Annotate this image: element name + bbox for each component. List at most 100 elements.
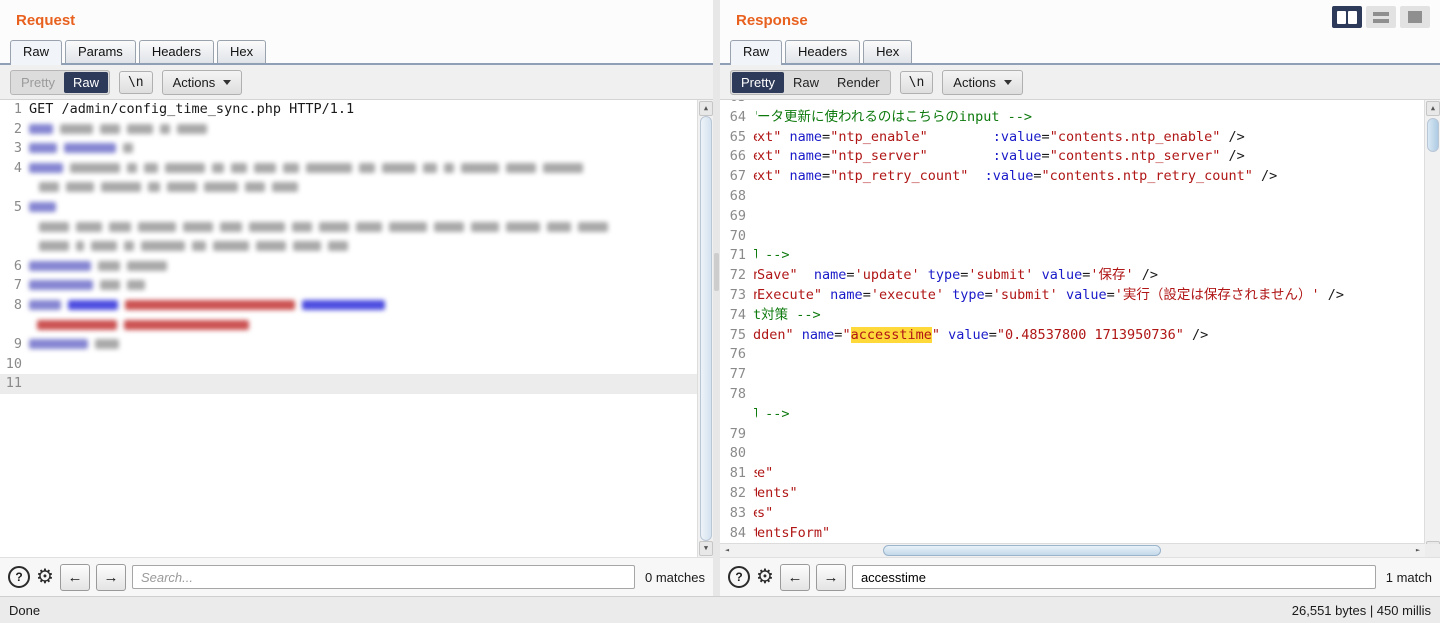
request-panel: Request RawParamsHeadersHex PrettyRaw \n… <box>0 0 713 596</box>
response-vertical-scrollbar[interactable]: ▲ ▼ <box>1424 100 1440 557</box>
redacted-text <box>306 163 352 173</box>
request-actions-button[interactable]: Actions <box>162 70 243 95</box>
request-newline-button[interactable]: \n <box>119 71 153 94</box>
response-search-bar: ? ⚙ ← → 1 match <box>720 557 1440 596</box>
request-toolbar: PrettyRaw \n Actions <box>0 65 713 99</box>
line-number <box>0 178 29 198</box>
code-line-76: 76 <box>720 345 1425 365</box>
view-toggle-pretty: Pretty <box>12 72 64 93</box>
line-number: 78 <box>720 385 753 405</box>
redacted-text <box>423 163 437 173</box>
response-search-prev-button[interactable]: ← <box>780 564 810 591</box>
tab-headers[interactable]: Headers <box>139 40 214 63</box>
request-editor[interactable]: 1GET /admin/config_time_sync.php HTTP/1.… <box>0 99 713 557</box>
redacted-text <box>125 300 295 310</box>
redacted-text <box>543 163 583 173</box>
gear-icon[interactable]: ⚙ <box>756 567 774 587</box>
line-number: 4 <box>0 159 29 179</box>
redacted-text <box>183 222 213 232</box>
tab-headers[interactable]: Headers <box>785 40 860 63</box>
response-actions-button[interactable]: Actions <box>942 70 1023 95</box>
redacted-text <box>29 202 56 212</box>
panel-splitter[interactable] <box>713 0 720 596</box>
response-horizontal-scrollbar[interactable]: ◄ ► <box>720 543 1425 557</box>
code-line-wrap: l --> <box>720 405 1425 425</box>
line-number: 70 <box>720 227 753 247</box>
line-number: 72 <box>720 266 753 286</box>
tab-raw[interactable]: Raw <box>730 40 782 65</box>
line-content <box>29 257 174 277</box>
line-number: 5 <box>0 198 29 218</box>
redacted-text <box>29 143 57 153</box>
redacted-text <box>39 222 69 232</box>
request-search-prev-button[interactable]: ← <box>60 564 90 591</box>
code-line-4: 4 <box>0 159 698 179</box>
code-line-10: 10 <box>0 355 698 375</box>
code-line-8: 8 <box>0 296 698 316</box>
line-content: l --> <box>753 246 790 266</box>
response-scroll-thumb[interactable] <box>1427 118 1439 152</box>
scroll-right-icon[interactable]: ► <box>1412 544 1424 556</box>
view-toggle-raw[interactable]: Raw <box>784 72 828 93</box>
redacted-text <box>254 163 276 173</box>
line-content: nExecute" name='execute' type='submit' v… <box>753 286 1344 306</box>
redacted-text <box>461 163 499 173</box>
response-newline-button[interactable]: \n <box>900 71 934 94</box>
response-search-input[interactable] <box>852 565 1376 589</box>
redacted-text <box>506 222 540 232</box>
line-content <box>29 120 214 140</box>
redacted-text <box>70 163 120 173</box>
gear-icon[interactable]: ⚙ <box>36 567 54 587</box>
layout-rows-button[interactable] <box>1366 6 1396 28</box>
scroll-up-icon[interactable]: ▲ <box>699 101 713 116</box>
code-line-63: 63 <box>720 99 1425 108</box>
view-toggle-pretty[interactable]: Pretty <box>732 72 784 93</box>
tab-raw[interactable]: Raw <box>10 40 62 65</box>
tab-params[interactable]: Params <box>65 40 136 63</box>
redacted-text <box>39 182 59 192</box>
line-number <box>0 218 29 238</box>
redacted-text <box>68 300 118 310</box>
line-content: l --> <box>753 405 790 425</box>
redacted-text <box>204 182 238 192</box>
tab-hex[interactable]: Hex <box>863 40 912 63</box>
request-search-next-button[interactable]: → <box>96 564 126 591</box>
line-number <box>0 316 29 336</box>
line-number: 11 <box>0 374 29 394</box>
line-number: 74 <box>720 306 753 326</box>
tab-underline <box>0 63 713 65</box>
line-number: 77 <box>720 365 753 385</box>
redacted-text <box>39 241 69 251</box>
scroll-up-icon[interactable]: ▲ <box>1426 101 1440 116</box>
request-vertical-scrollbar[interactable]: ▲ ▼ <box>697 100 713 557</box>
redacted-text <box>76 241 84 251</box>
request-actions-label: Actions <box>173 75 216 90</box>
scroll-left-icon[interactable]: ◄ <box>721 544 733 556</box>
request-scroll-thumb[interactable] <box>700 116 712 541</box>
redacted-text <box>148 182 160 192</box>
layout-single-button[interactable] <box>1400 6 1430 28</box>
tab-hex[interactable]: Hex <box>217 40 266 63</box>
redacted-text <box>471 222 499 232</box>
code-line-75: 75dden" name="accesstime" value="0.48537… <box>720 326 1425 346</box>
line-content <box>29 237 355 257</box>
redacted-text <box>283 163 299 173</box>
line-number: 84 <box>720 524 753 544</box>
layout-toggle-buttons <box>1332 6 1430 28</box>
response-search-next-button[interactable]: → <box>816 564 846 591</box>
redacted-text <box>292 222 312 232</box>
scroll-down-icon[interactable]: ▼ <box>699 541 713 556</box>
layout-columns-button[interactable] <box>1332 6 1362 28</box>
redacted-text <box>127 280 145 290</box>
line-number: 64 <box>720 108 753 128</box>
help-icon[interactable]: ? <box>8 566 30 588</box>
chevron-down-icon <box>223 80 231 85</box>
view-toggle-render[interactable]: Render <box>828 72 889 93</box>
response-hscroll-thumb[interactable] <box>883 545 1161 556</box>
request-search-input[interactable] <box>132 565 635 589</box>
redacted-text <box>29 280 93 290</box>
response-editor[interactable]: 6364'ータ更新に使われるのはこちらのinput -->65ext" name… <box>720 99 1440 557</box>
redacted-text <box>64 143 116 153</box>
help-icon[interactable]: ? <box>728 566 750 588</box>
view-toggle-raw[interactable]: Raw <box>64 72 108 93</box>
